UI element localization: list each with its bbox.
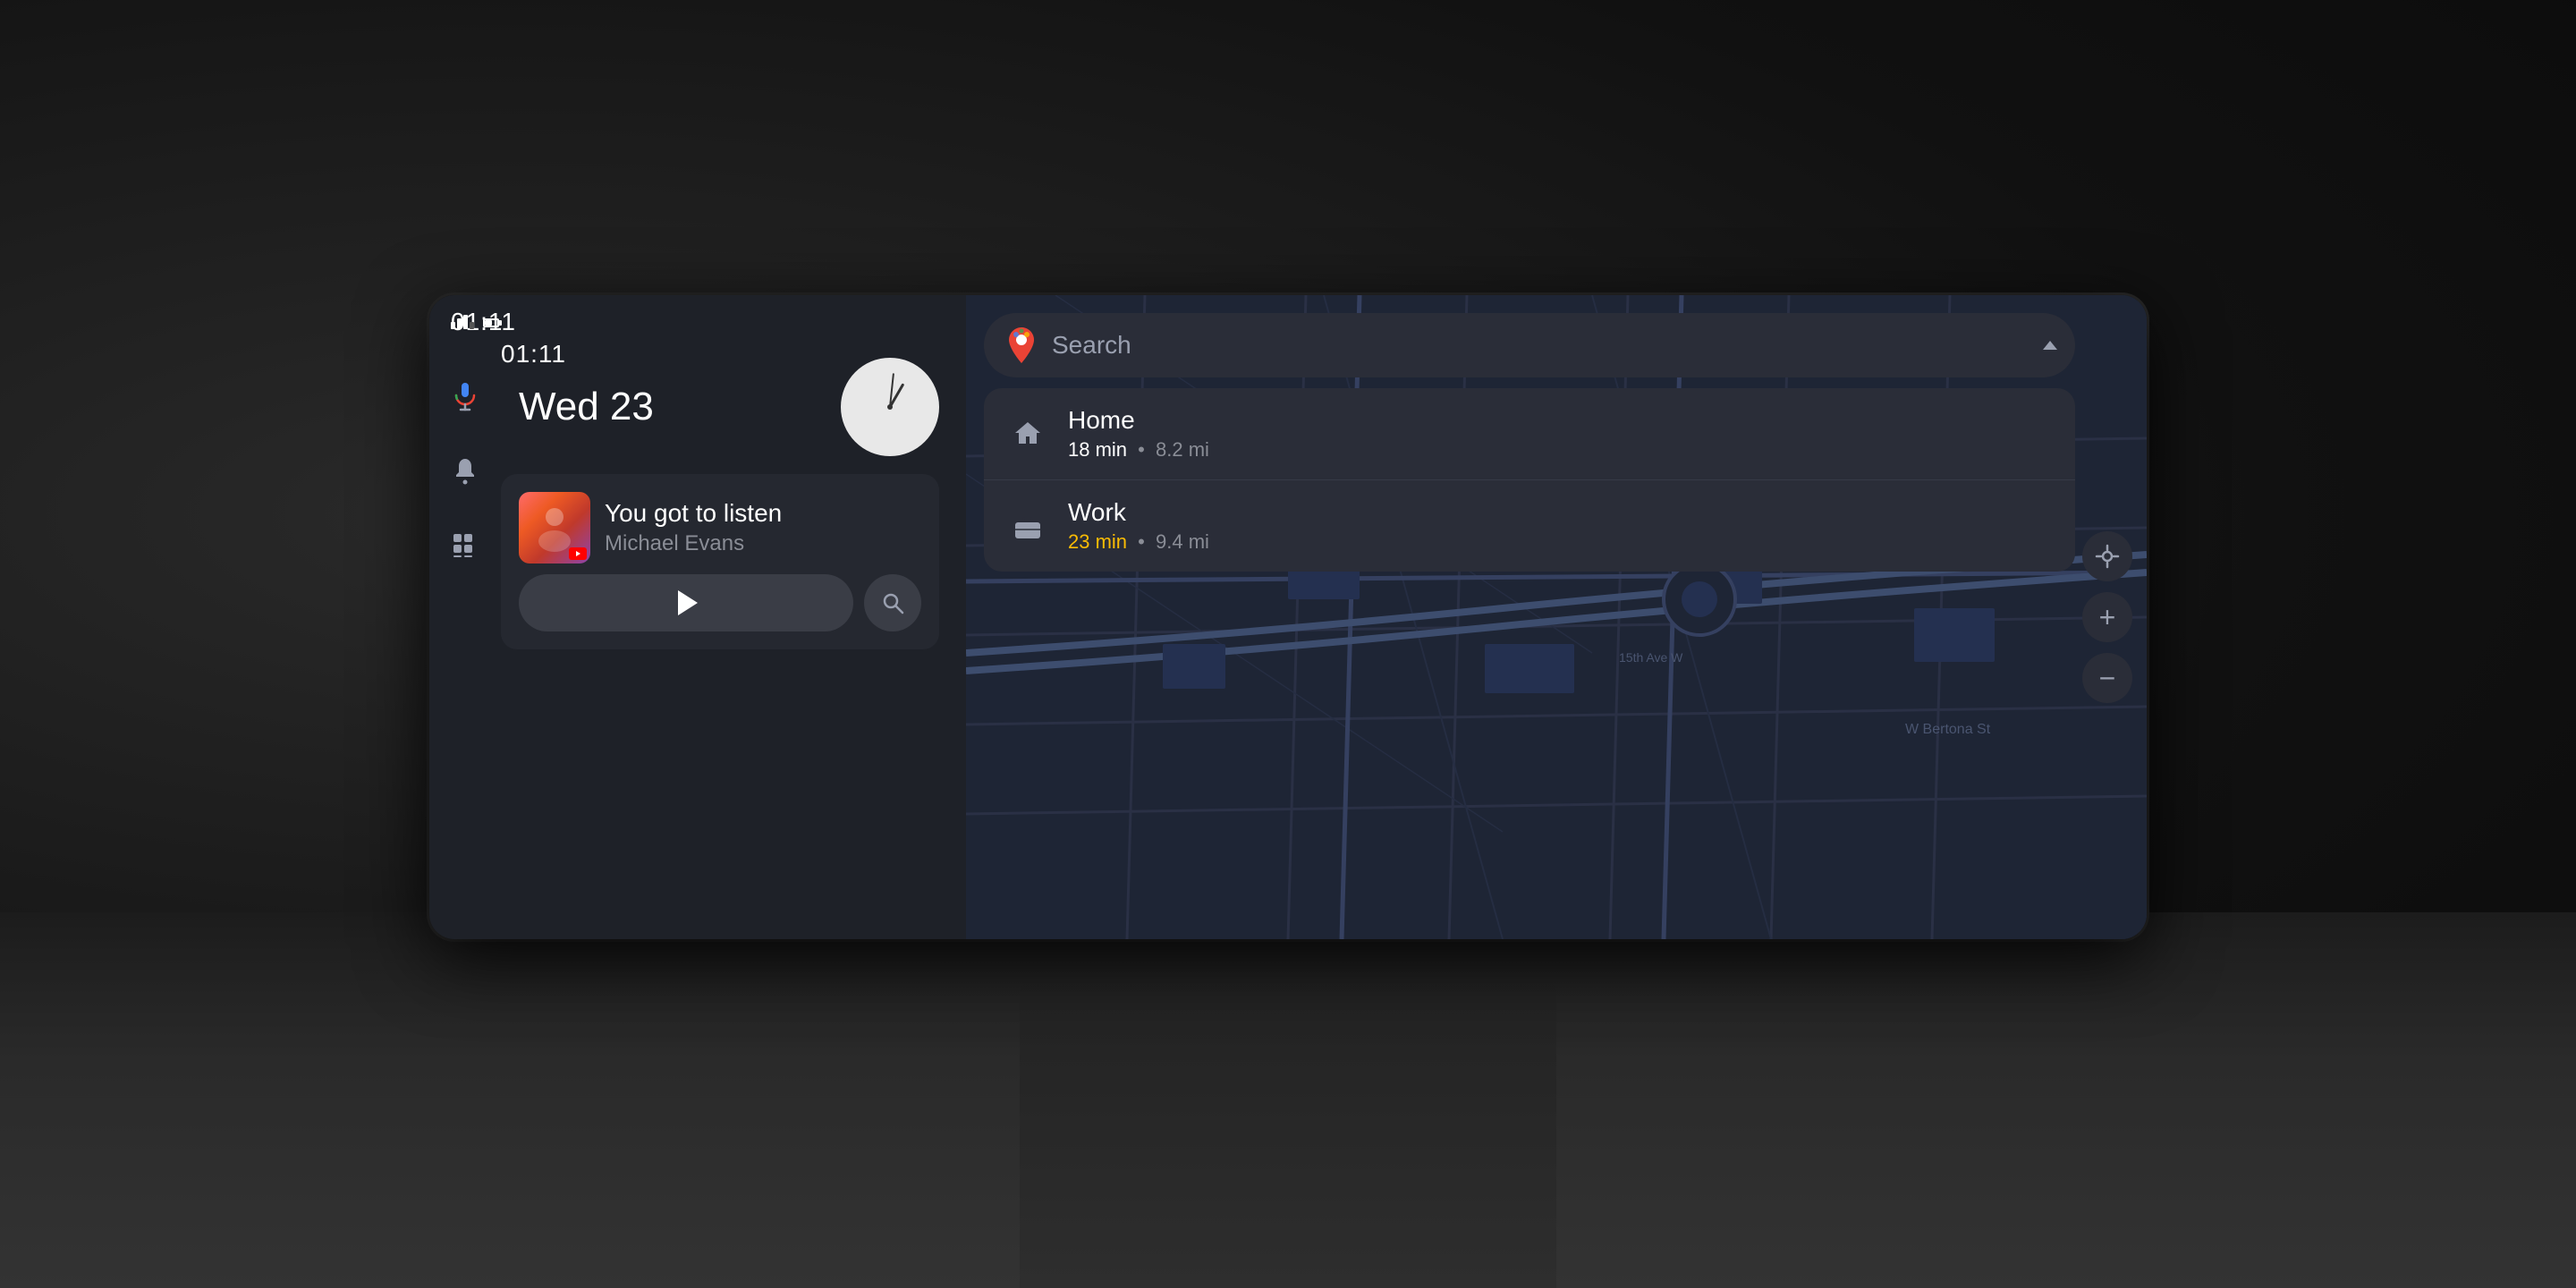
console-area <box>1020 975 1556 1288</box>
zoom-in-label: + <box>2099 603 2116 631</box>
bell-icon <box>450 455 480 486</box>
work-details: 23 min • 9.4 mi <box>1068 530 2054 554</box>
battery-icon <box>483 318 499 327</box>
work-icon-container <box>1005 504 1050 548</box>
zoom-out-button[interactable]: − <box>2082 653 2132 703</box>
briefcase-icon <box>1012 510 1044 542</box>
zoom-in-button[interactable]: + <box>2082 592 2132 642</box>
work-label: Work <box>1068 498 2054 527</box>
youtube-play-icon <box>576 551 580 556</box>
play-icon <box>678 590 698 615</box>
music-title: You got to listen <box>605 499 921 528</box>
music-card[interactable]: You got to listen Michael Evans <box>501 474 939 649</box>
signal-bar-1 <box>451 322 455 329</box>
nav-item-home[interactable]: Home 18 min • 8.2 mi <box>984 388 2075 480</box>
home-icon <box>1012 418 1044 450</box>
signal-bar-2 <box>457 318 462 329</box>
apps-grid-icon <box>451 531 479 560</box>
left-sidebar <box>429 295 501 939</box>
android-auto-screen: Wed 23 01:11 <box>429 295 2147 939</box>
time-label: 01:11 <box>501 340 566 369</box>
youtube-badge <box>569 547 587 560</box>
album-art-graphic <box>532 501 577 555</box>
home-icon-container <box>1005 411 1050 456</box>
home-label: Home <box>1068 406 2054 435</box>
apps-button[interactable] <box>436 517 494 574</box>
home-time: 18 min <box>1068 438 1127 461</box>
svg-text:W Bertona St: W Bertona St <box>1905 722 1991 737</box>
microphone-icon <box>449 379 481 411</box>
music-text: You got to listen Michael Evans <box>605 499 921 556</box>
work-distance: 9.4 mi <box>1156 530 1209 553</box>
work-time: 23 min <box>1068 530 1127 553</box>
search-placeholder: Search <box>1052 331 2032 360</box>
date-label: Wed 23 <box>519 385 823 429</box>
zoom-out-label: − <box>2099 664 2116 692</box>
home-dot: • <box>1138 438 1150 461</box>
search-icon <box>880 590 905 615</box>
notification-button[interactable] <box>436 442 494 499</box>
chevron-up-icon <box>2043 341 2057 350</box>
location-button[interactable] <box>2082 531 2132 581</box>
clock-face <box>841 358 939 456</box>
nav-destinations-dropdown: Home 18 min • 8.2 mi <box>984 388 2075 572</box>
map-controls: + − <box>2082 531 2132 703</box>
home-destination-text: Home 18 min • 8.2 mi <box>1068 406 2054 462</box>
clock-widget[interactable] <box>841 358 939 456</box>
music-artist: Michael Evans <box>605 531 921 556</box>
work-destination-text: Work 23 min • 9.4 mi <box>1068 498 2054 554</box>
play-button[interactable] <box>519 574 853 631</box>
left-content-area: Wed 23 01:11 <box>429 295 966 939</box>
album-art <box>519 492 590 564</box>
home-distance: 8.2 mi <box>1156 438 1209 461</box>
music-controls <box>519 574 921 631</box>
signal-bar-3 <box>463 315 468 329</box>
search-music-button[interactable] <box>864 574 921 631</box>
signal-strength <box>451 315 474 329</box>
battery-fill <box>485 320 492 326</box>
nav-item-work[interactable]: Work 23 min • 9.4 mi <box>984 480 2075 572</box>
signal-bar-4 <box>470 322 474 329</box>
left-panel: Wed 23 01:11 <box>429 295 966 939</box>
clock-center-dot <box>887 404 893 410</box>
music-info-row: You got to listen Michael Evans <box>519 492 921 564</box>
maps-search-bar[interactable]: Search <box>984 313 2075 377</box>
maps-logo-container <box>1002 326 1041 365</box>
maps-pin-icon <box>1004 326 1039 365</box>
maps-panel: 15th Ave N W Nickerson St W Bertona St 1… <box>966 295 2147 939</box>
microphone-button[interactable] <box>436 367 494 424</box>
battery-indicator <box>481 318 499 327</box>
home-details: 18 min • 8.2 mi <box>1068 438 2054 462</box>
svg-text:15th Ave W: 15th Ave W <box>1619 650 1683 665</box>
work-dot: • <box>1138 530 1150 553</box>
location-icon <box>2095 544 2120 569</box>
